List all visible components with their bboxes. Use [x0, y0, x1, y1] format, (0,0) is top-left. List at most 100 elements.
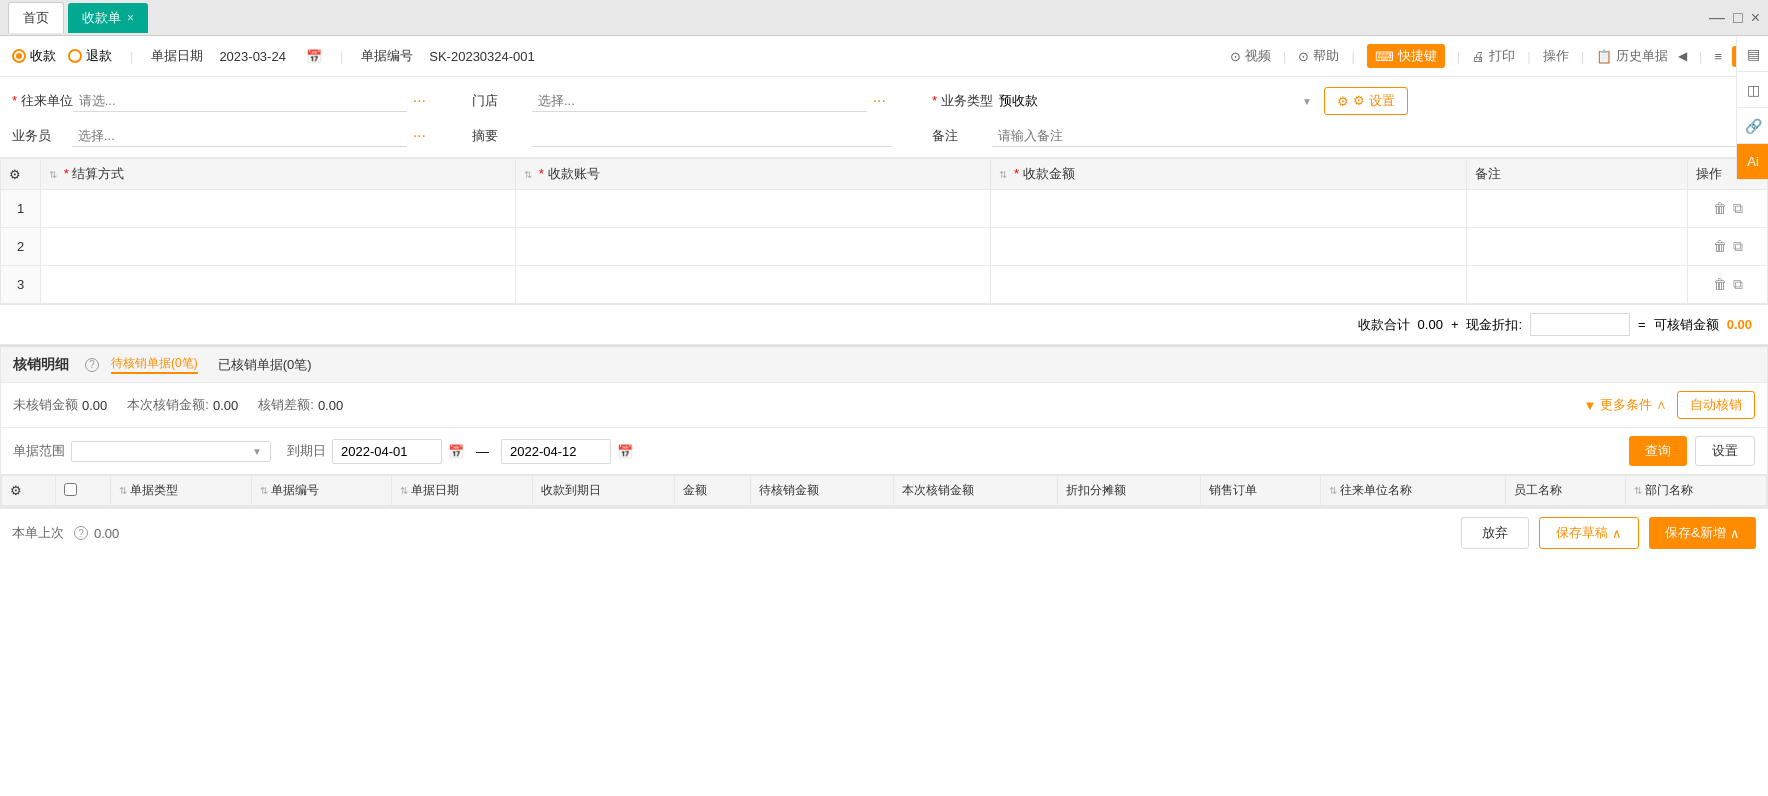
- row-3-amount[interactable]: [991, 266, 1466, 304]
- form-row-2: 业务员 ··· 摘要 备注: [12, 125, 1756, 147]
- row-1-delete-btn[interactable]: 🗑: [1713, 200, 1727, 217]
- col-sales-order-header: 销售订单: [1200, 476, 1320, 506]
- store-input[interactable]: [532, 90, 867, 112]
- row-2-copy-btn[interactable]: ⧉: [1733, 238, 1743, 255]
- row-3-remark[interactable]: [1466, 266, 1687, 304]
- row-2-delete-btn[interactable]: 🗑: [1713, 238, 1727, 255]
- total-label: 收款合计: [1358, 316, 1410, 334]
- date-calendar-icon[interactable]: 📅: [306, 49, 322, 64]
- checkbox-col-header: ⚙: [2, 476, 56, 506]
- operate-btn[interactable]: 操作: [1543, 47, 1569, 65]
- col-account-header: ⇅ * 收款账号: [516, 159, 991, 190]
- row-3-delete-btn[interactable]: 🗑: [1713, 276, 1727, 293]
- receipt-radio[interactable]: 收款: [12, 47, 56, 65]
- auto-nuclear-btn[interactable]: 自动核销: [1677, 391, 1755, 419]
- row-1-amount[interactable]: [991, 190, 1466, 228]
- help-btn[interactable]: ⊙ 帮助: [1298, 47, 1339, 65]
- nav-next-btn[interactable]: ≡: [1714, 49, 1722, 64]
- footer-info: 本单上次 ? 0.00: [12, 524, 119, 542]
- select-all-checkbox[interactable]: [64, 483, 77, 496]
- receipt-refund-group: 收款 退款: [12, 47, 112, 65]
- tab-close-btn[interactable]: ×: [127, 11, 134, 25]
- nuclear-section: 核销明细 ? 待核销单据(0笔) 已核销单据(0笔) 未核销金额 0.00 本次…: [0, 344, 1768, 507]
- right-panel-icon-2[interactable]: ◫: [1737, 72, 1768, 108]
- row-1-settlement[interactable]: [41, 190, 516, 228]
- nuclear-table: ⚙ ⇅单据类型 ⇅单据编号 ⇅单据日期: [1, 475, 1767, 506]
- table-row: 3 🗑 ⧉: [1, 266, 1768, 304]
- row-num-3: 3: [1, 266, 41, 304]
- refund-radio[interactable]: 退款: [68, 47, 112, 65]
- col-dept-header: ⇅部门名称: [1626, 476, 1767, 506]
- date-label: 单据日期: [151, 47, 203, 65]
- history-btn[interactable]: 📋 历史单据: [1596, 47, 1668, 65]
- settings-btn[interactable]: ⚙ ⚙ 设置: [1324, 87, 1408, 115]
- salesperson-more-btn[interactable]: ···: [407, 127, 432, 145]
- pending-tab[interactable]: 待核销单据(0笔): [111, 355, 198, 374]
- refund-radio-label: 退款: [86, 47, 112, 65]
- nuclear-title: 核销明细: [13, 356, 69, 374]
- row-3-account[interactable]: [516, 266, 991, 304]
- business-type-arrow[interactable]: ▼: [1302, 96, 1312, 107]
- discount-input[interactable]: [1530, 313, 1630, 336]
- number-value: SK-20230324-001: [429, 49, 535, 64]
- date-to-icon[interactable]: 📅: [617, 444, 633, 459]
- store-label: 门店: [472, 92, 532, 110]
- counterpart-more-btn[interactable]: ···: [407, 92, 432, 110]
- counterpart-input[interactable]: [73, 90, 407, 112]
- table-row: 2 🗑 ⧉: [1, 228, 1768, 266]
- row-2-amount[interactable]: [991, 228, 1466, 266]
- date-to-input[interactable]: [501, 439, 611, 464]
- col-settings-header[interactable]: ⚙: [1, 159, 41, 190]
- col-doc-type-header: ⇅单据类型: [111, 476, 252, 506]
- col-due-date-header: 收款到期日: [532, 476, 674, 506]
- col-discount-header: 折扣分摊额: [1058, 476, 1200, 506]
- row-3-settlement[interactable]: [41, 266, 516, 304]
- right-panel-icon-4[interactable]: Ai: [1737, 144, 1768, 180]
- col-current-nuclear-header: 本次核销金额: [893, 476, 1058, 506]
- row-1-remark[interactable]: [1466, 190, 1687, 228]
- range-select[interactable]: ▼: [71, 441, 271, 462]
- salesperson-input[interactable]: [72, 125, 407, 147]
- row-1-copy-btn[interactable]: ⧉: [1733, 200, 1743, 217]
- row-1-account[interactable]: [516, 190, 991, 228]
- video-btn[interactable]: ⊙ 视频: [1230, 47, 1271, 65]
- settings-bottom-icon[interactable]: ⚙: [10, 483, 22, 498]
- tab-home[interactable]: 首页: [8, 2, 64, 33]
- right-panel-icon-1[interactable]: ▤: [1737, 36, 1768, 72]
- shortcut-btn[interactable]: ⌨ 快捷键: [1367, 44, 1445, 68]
- summary-input[interactable]: [532, 125, 892, 147]
- store-more-btn[interactable]: ···: [867, 92, 892, 110]
- window-close-btn[interactable]: ×: [1751, 9, 1760, 27]
- row-3-copy-btn[interactable]: ⧉: [1733, 276, 1743, 293]
- plus-sign: +: [1451, 317, 1459, 332]
- counterpart-field: * 往来单位 ···: [12, 90, 432, 112]
- search-settings-btn[interactable]: 设置: [1695, 436, 1755, 466]
- nav-prev-btn[interactable]: ◀: [1678, 49, 1687, 63]
- more-conditions-btn[interactable]: ▼ 更多条件 ∧: [1584, 396, 1668, 414]
- receipt-table: ⚙ ⇅ * 结算方式 ⇅ * 收款账号 ⇅ * 收款: [0, 158, 1768, 304]
- row-2-account[interactable]: [516, 228, 991, 266]
- save-new-btn[interactable]: 保存&新增 ∧: [1649, 517, 1756, 549]
- date-from-icon[interactable]: 📅: [448, 444, 464, 459]
- search-row: 单据范围 ▼ 到期日 📅 — 📅 查询 设置: [1, 428, 1767, 475]
- remark-input[interactable]: [992, 125, 1756, 147]
- row-2-remark[interactable]: [1466, 228, 1687, 266]
- done-tab[interactable]: 已核销单据(0笔): [218, 356, 312, 374]
- footer-info-icon[interactable]: ?: [74, 526, 88, 540]
- col-pending-header: 待核销金额: [751, 476, 893, 506]
- date-value: 2023-03-24: [219, 49, 286, 64]
- upper-table-wrapper: ⚙ ⇅ * 结算方式 ⇅ * 收款账号 ⇅ * 收款: [0, 158, 1768, 304]
- abandon-btn[interactable]: 放弃: [1461, 517, 1529, 549]
- summary-row: 收款合计 0.00 + 现金折扣: = 可核销金额 0.00: [0, 304, 1768, 344]
- save-draft-btn[interactable]: 保存草稿 ∧: [1539, 517, 1639, 549]
- window-minimize-btn[interactable]: —: [1709, 9, 1725, 27]
- nuclear-info-icon[interactable]: ?: [85, 358, 99, 372]
- date-from-input[interactable]: [332, 439, 442, 464]
- equals-sign: =: [1638, 317, 1646, 332]
- query-btn[interactable]: 查询: [1629, 436, 1687, 466]
- print-btn[interactable]: 🖨 打印: [1472, 47, 1515, 65]
- row-2-settlement[interactable]: [41, 228, 516, 266]
- right-panel-icon-3[interactable]: 🔗: [1737, 108, 1768, 144]
- tab-receipt[interactable]: 收款单 ×: [68, 3, 148, 33]
- window-maximize-btn[interactable]: □: [1733, 9, 1743, 27]
